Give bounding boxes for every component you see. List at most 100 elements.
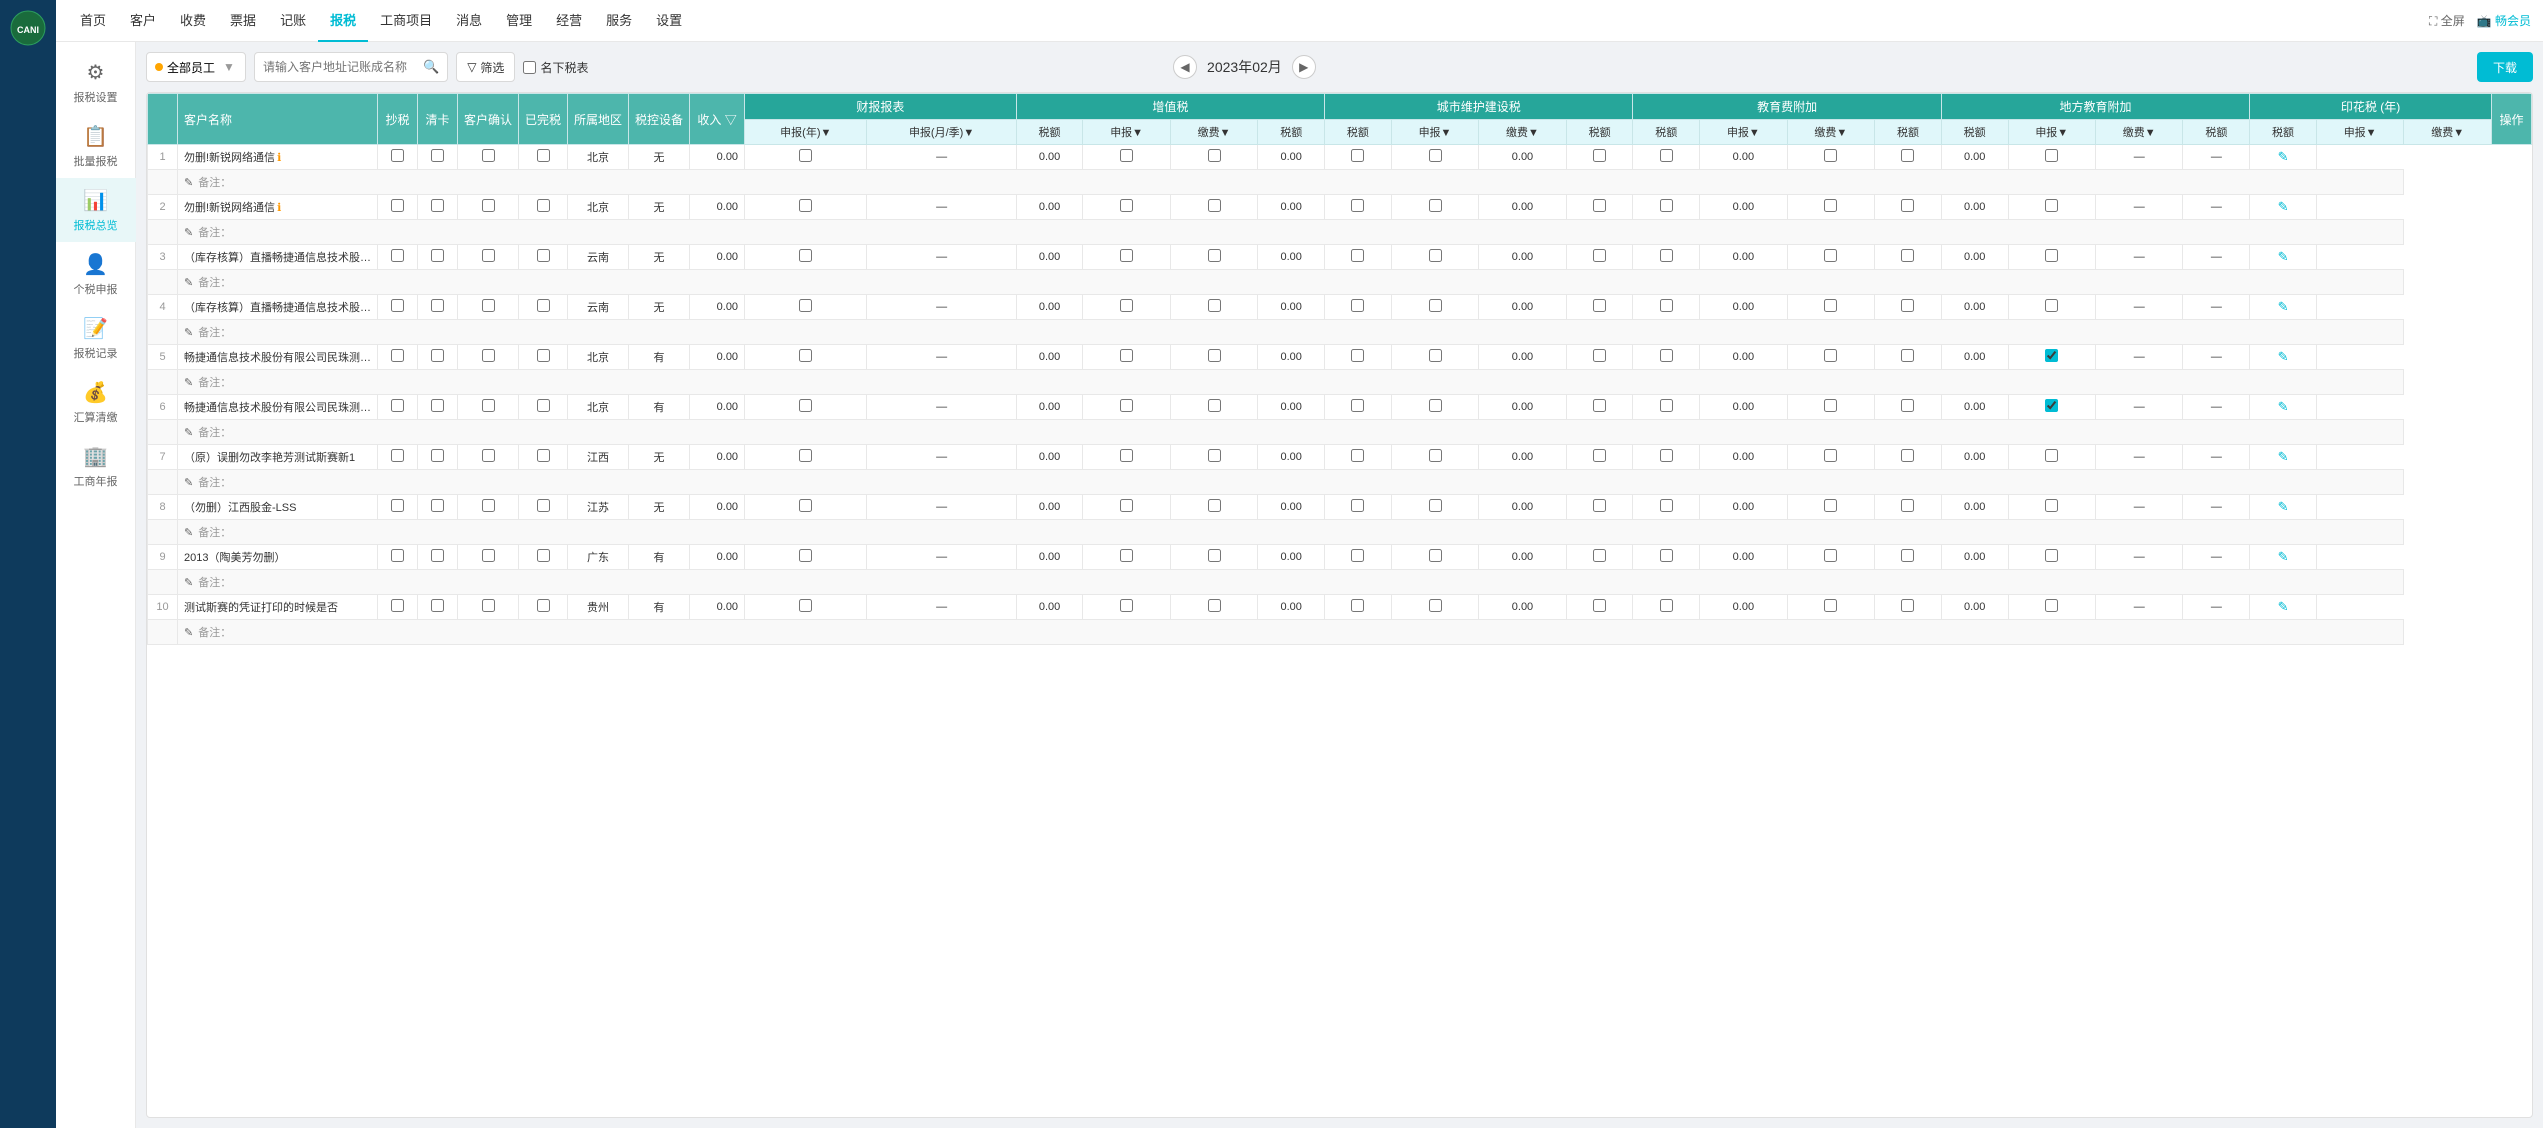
edu-pay-cell[interactable] [1633, 395, 1700, 420]
edu-pay-cb[interactable] [1660, 549, 1673, 562]
qingka-cell[interactable] [418, 145, 458, 170]
name-tax-checkbox[interactable] [523, 61, 536, 74]
city-pay-cell[interactable] [1391, 245, 1478, 270]
edu-declare-cell[interactable] [1566, 145, 1633, 170]
edu-pay-cb[interactable] [1660, 199, 1673, 212]
local-declare-cb[interactable] [1824, 449, 1837, 462]
edu-pay-cell[interactable] [1633, 195, 1700, 220]
th-vat-pay[interactable]: 缴费▼ [1170, 120, 1257, 145]
city-declare-cell[interactable] [1325, 345, 1392, 370]
next-page-btn[interactable]: ▶ [1292, 55, 1316, 79]
completed-checkbox[interactable] [537, 299, 550, 312]
edu-declare-cb[interactable] [1593, 349, 1606, 362]
local-pay-cell[interactable] [1875, 395, 1942, 420]
confirm-cell[interactable] [458, 345, 519, 370]
local-declare-cb[interactable] [1824, 549, 1837, 562]
local-declare-cell[interactable] [1787, 195, 1874, 220]
note-content[interactable]: ✎ 备注： [178, 270, 2404, 295]
edu-pay-cell[interactable] [1633, 145, 1700, 170]
qingka-cell[interactable] [418, 295, 458, 320]
vat-declare-cell[interactable] [1083, 395, 1170, 420]
edu-pay-cb[interactable] [1660, 499, 1673, 512]
vat-declare-cell[interactable] [1083, 295, 1170, 320]
empty-checkbox[interactable] [2045, 449, 2058, 462]
confirm-checkbox[interactable] [482, 549, 495, 562]
local-pay-cell[interactable] [1875, 445, 1942, 470]
empty-checkbox[interactable] [2045, 249, 2058, 262]
edu-pay-cb[interactable] [1660, 149, 1673, 162]
confirm-cell[interactable] [458, 145, 519, 170]
city-pay-cell[interactable] [1391, 395, 1478, 420]
annual-declare-cb[interactable] [799, 249, 812, 262]
note-content[interactable]: ✎ 备注： [178, 570, 2404, 595]
local-pay-cb[interactable] [1901, 149, 1914, 162]
qingka-checkbox[interactable] [431, 349, 444, 362]
completed-checkbox[interactable] [537, 499, 550, 512]
local-pay-cell[interactable] [1875, 545, 1942, 570]
city-pay-cell[interactable] [1391, 145, 1478, 170]
employee-filter-select[interactable]: 全部员工 ▼ [146, 52, 246, 82]
confirm-cell[interactable] [458, 495, 519, 520]
th-edu-declare[interactable]: 申报▼ [1700, 120, 1787, 145]
chaosui-checkbox[interactable] [391, 599, 404, 612]
completed-cell[interactable] [519, 295, 568, 320]
chaosui-checkbox[interactable] [391, 149, 404, 162]
vat-pay-cell[interactable] [1170, 245, 1257, 270]
edu-declare-cb[interactable] [1593, 149, 1606, 162]
city-pay-cb[interactable] [1429, 349, 1442, 362]
completed-cell[interactable] [519, 245, 568, 270]
nav-commerce[interactable]: 工商项目 [368, 0, 444, 42]
completed-checkbox[interactable] [537, 449, 550, 462]
local-declare-cb[interactable] [1824, 499, 1837, 512]
chaosui-cell[interactable] [378, 595, 418, 620]
qingka-checkbox[interactable] [431, 599, 444, 612]
nav-bookkeeping[interactable]: 记账 [268, 0, 318, 42]
annual-declare-cell[interactable] [745, 545, 867, 570]
completed-checkbox[interactable] [537, 599, 550, 612]
th-monthly[interactable]: 申报(月/季)▼ [867, 120, 1016, 145]
completed-checkbox[interactable] [537, 149, 550, 162]
confirm-checkbox[interactable] [482, 299, 495, 312]
chaosui-cell[interactable] [378, 295, 418, 320]
sub-sidebar-annual-report[interactable]: 🏢 工商年报 [56, 434, 136, 498]
vat-declare-cb[interactable] [1120, 149, 1133, 162]
th-edu-pay[interactable]: 缴费▼ [1787, 120, 1874, 145]
vat-pay-cb[interactable] [1208, 149, 1221, 162]
vat-pay-cb[interactable] [1208, 199, 1221, 212]
edu-pay-cb[interactable] [1660, 249, 1673, 262]
filter-button[interactable]: ▽ 筛选 [456, 52, 515, 82]
note-content[interactable]: ✎ 备注： [178, 220, 2404, 245]
annual-declare-cell[interactable] [745, 445, 867, 470]
local-declare-cb[interactable] [1824, 349, 1837, 362]
local-pay-cb[interactable] [1901, 499, 1914, 512]
local-pay-cb[interactable] [1901, 599, 1914, 612]
completed-checkbox[interactable] [537, 399, 550, 412]
empty-checkbox[interactable] [2045, 499, 2058, 512]
stamp-declare-cell[interactable] [2008, 595, 2095, 620]
annual-declare-cb[interactable] [799, 349, 812, 362]
city-declare-cb[interactable] [1351, 399, 1364, 412]
completed-cell[interactable] [519, 195, 568, 220]
completed-checkbox[interactable] [537, 549, 550, 562]
annual-declare-cell[interactable] [745, 145, 867, 170]
confirm-cell[interactable] [458, 395, 519, 420]
edu-pay-cb[interactable] [1660, 449, 1673, 462]
edu-pay-cell[interactable] [1633, 445, 1700, 470]
stamp-declare-cell[interactable] [2008, 445, 2095, 470]
vat-pay-cb[interactable] [1208, 599, 1221, 612]
city-pay-cb[interactable] [1429, 399, 1442, 412]
city-declare-cb[interactable] [1351, 349, 1364, 362]
stamp-declare-cell[interactable] [2008, 545, 2095, 570]
th-city-pay[interactable]: 缴费▼ [1479, 120, 1566, 145]
city-pay-cb[interactable] [1429, 499, 1442, 512]
th-annual[interactable]: 申报(年)▼ [745, 120, 867, 145]
city-declare-cb[interactable] [1351, 549, 1364, 562]
completed-cell[interactable] [519, 395, 568, 420]
local-declare-cell[interactable] [1787, 245, 1874, 270]
chaosui-checkbox[interactable] [391, 399, 404, 412]
sub-sidebar-tax-overview[interactable]: 📊 报税总览 [56, 178, 136, 242]
vat-pay-cell[interactable] [1170, 445, 1257, 470]
local-pay-cb[interactable] [1901, 449, 1914, 462]
local-declare-cell[interactable] [1787, 145, 1874, 170]
city-pay-cell[interactable] [1391, 595, 1478, 620]
